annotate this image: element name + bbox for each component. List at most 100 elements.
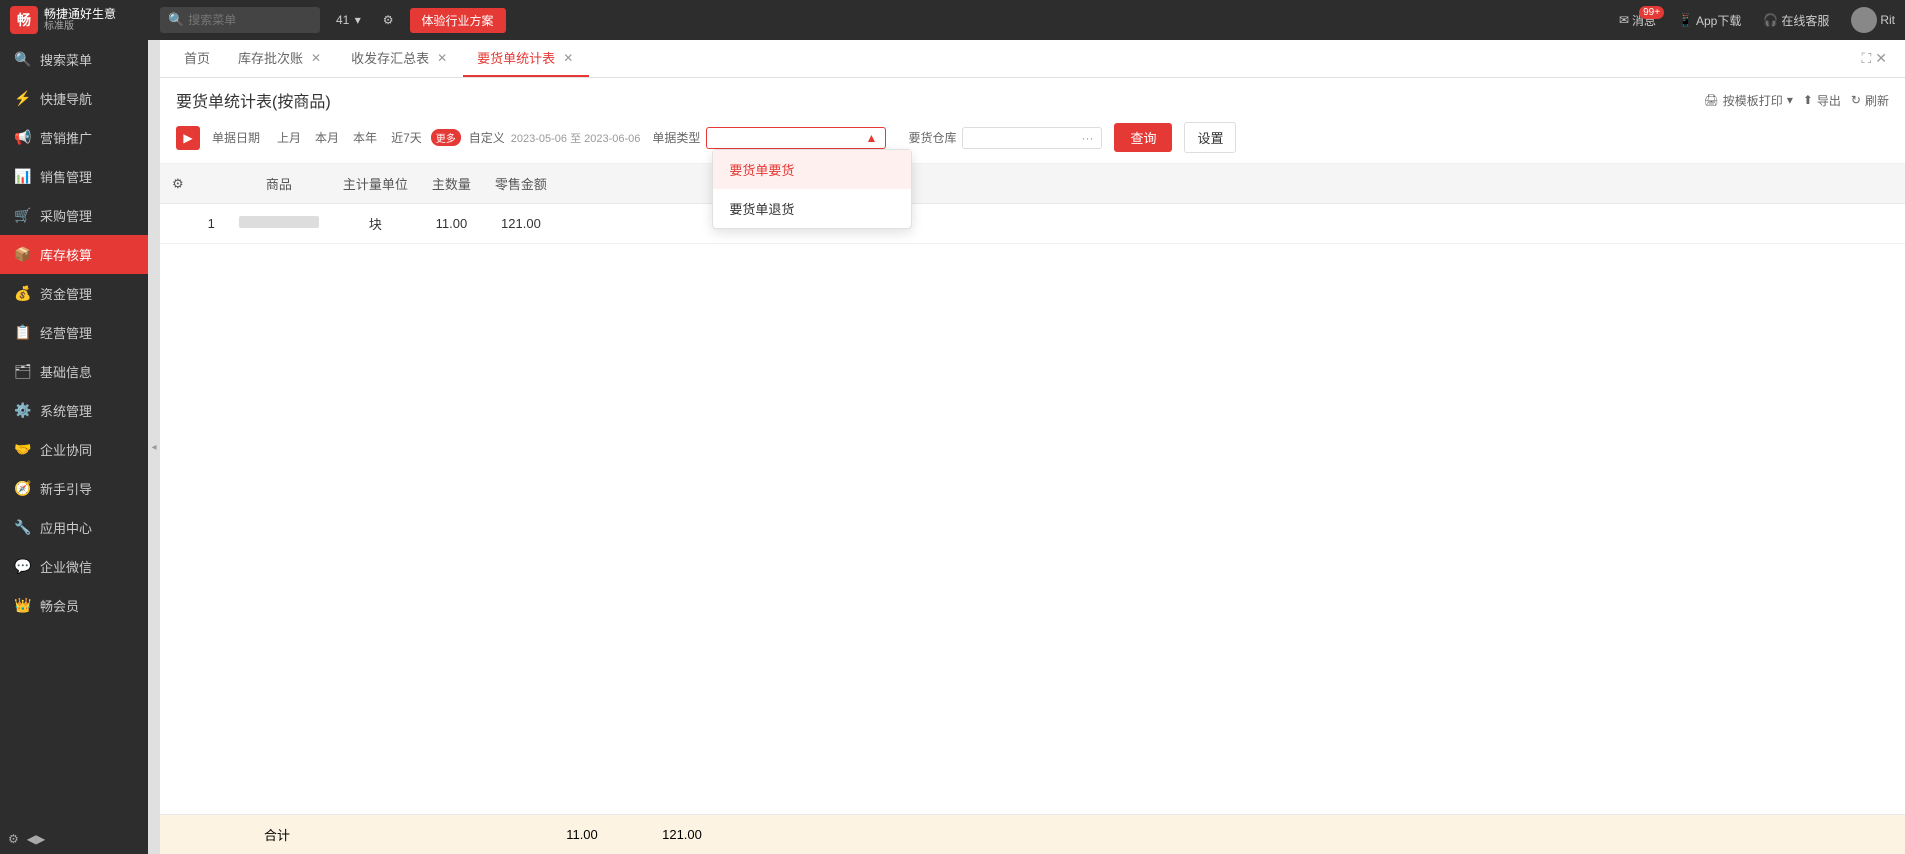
- refresh-button[interactable]: ↻ 刷新: [1851, 92, 1889, 109]
- maximize-icon: ⛶: [1861, 50, 1871, 67]
- sidebar-item-enterprise[interactable]: 🤝 企业协同: [0, 430, 148, 469]
- sidebar-item-wechat[interactable]: 💬 企业微信: [0, 547, 148, 586]
- tab-expand-button[interactable]: ⛶ ✕: [1853, 40, 1895, 77]
- tab-order-stats-label: 要货单统计表: [477, 48, 555, 67]
- sidebar-item-label: 库存核算: [40, 245, 92, 264]
- dropdown-item-order-goods[interactable]: 要货单要货: [713, 150, 911, 189]
- sidebar-item-member[interactable]: 👑 畅会员: [0, 586, 148, 625]
- row-product-cell: [227, 204, 331, 244]
- query-button[interactable]: 查询: [1114, 123, 1172, 152]
- system-icon: ⚙️: [14, 402, 32, 420]
- message-badge: 99+: [1639, 6, 1664, 19]
- date-filter-label: 单据日期: [212, 129, 260, 146]
- sidebar-item-operations[interactable]: 📋 经营管理: [0, 313, 148, 352]
- apps-icon: 🔧: [14, 519, 32, 537]
- sales-icon: 📊: [14, 168, 32, 186]
- filter-expand-button[interactable]: ▶: [176, 126, 200, 150]
- sidebar-item-label: 新手引导: [40, 479, 92, 498]
- date-btn-this-month[interactable]: 本月: [310, 127, 344, 148]
- table-footer: 合计 11.00 121.00: [160, 814, 1905, 854]
- setting-button[interactable]: 设置: [1184, 122, 1236, 153]
- sidebar-item-inventory[interactable]: 📦 库存核算: [0, 235, 148, 274]
- export-button[interactable]: ⬆ 导出: [1803, 92, 1841, 109]
- marketing-icon: 📢: [14, 129, 32, 147]
- tab-order-stats-close[interactable]: ✕: [561, 50, 575, 66]
- sidebar-item-label: 销售管理: [40, 167, 92, 186]
- refresh-label: 刷新: [1865, 92, 1889, 109]
- app-download-button[interactable]: 📱 App下载: [1678, 12, 1741, 29]
- sidebar-item-sales[interactable]: 📊 销售管理: [0, 157, 148, 196]
- product-placeholder: [239, 216, 319, 228]
- settings-bottom-button[interactable]: ⚙: [8, 832, 19, 846]
- print-chevron-icon: ▾: [1787, 93, 1793, 107]
- dropdown-item-order-return[interactable]: 要货单退货: [713, 189, 911, 228]
- user-avatar[interactable]: Rit: [1851, 7, 1895, 33]
- settings-nav-button[interactable]: ⚙: [377, 11, 400, 29]
- tab-home[interactable]: 首页: [170, 40, 224, 77]
- enterprise-icon: 🤝: [14, 441, 32, 459]
- sidebar-item-purchase[interactable]: 🛒 采购管理: [0, 196, 148, 235]
- phone-icon: 📱: [1678, 13, 1693, 27]
- export-icon: ⬆: [1803, 93, 1813, 107]
- sidebar-bottom: ⚙ ◀▶: [0, 824, 148, 854]
- sidebar-item-label: 系统管理: [40, 401, 92, 420]
- footer-amount: 121.00: [632, 827, 732, 842]
- online-service-button[interactable]: 🎧 在线客服: [1763, 12, 1829, 29]
- sidebar-item-marketing[interactable]: 📢 营销推广: [0, 118, 148, 157]
- sidebar-item-guide[interactable]: 🧭 新手引导: [0, 469, 148, 508]
- date-btn-7-days[interactable]: 近7天: [386, 127, 427, 148]
- trial-button[interactable]: 体验行业方案: [410, 8, 506, 33]
- sidebar-resize-handle[interactable]: ◂: [148, 40, 160, 854]
- col-index: [196, 164, 227, 204]
- sidebar-item-label: 应用中心: [40, 518, 92, 537]
- inventory-icon: 📦: [14, 246, 32, 264]
- collapse-sidebar-button[interactable]: ◀▶: [27, 832, 45, 846]
- warehouse-filter-label: 要货仓库: [908, 129, 956, 146]
- sidebar-item-system[interactable]: ⚙️ 系统管理: [0, 391, 148, 430]
- date-custom-btn[interactable]: 自定义: [469, 129, 505, 146]
- footer-quantity: 11.00: [532, 827, 632, 842]
- tab-summary-label: 收发存汇总表: [351, 48, 429, 67]
- type-filter-select[interactable]: ▲: [706, 127, 886, 149]
- tab-batch-close[interactable]: ✕: [309, 50, 323, 66]
- page-header-actions: 🖨 按模板打印 ▾ ⬆ 导出 ↻ 刷新: [1704, 92, 1889, 109]
- sidebar-item-shortcut[interactable]: ⚡ 快捷导航: [0, 79, 148, 118]
- tab-summary[interactable]: 收发存汇总表 ✕: [337, 40, 463, 77]
- logo-name: 畅捷通好生意: [44, 7, 116, 21]
- shortcut-icon: ⚡: [14, 90, 32, 108]
- sidebar-item-label: 快捷导航: [40, 89, 92, 108]
- warehouse-filter-select[interactable]: ···: [962, 127, 1102, 149]
- logo-sub: 标准版: [44, 21, 116, 33]
- search-input[interactable]: [188, 13, 308, 27]
- footer-label-text: 合计: [264, 828, 290, 843]
- sidebar-item-label: 搜索菜单: [40, 50, 92, 69]
- tab-summary-close[interactable]: ✕: [435, 50, 449, 66]
- message-icon: ✉: [1619, 13, 1629, 27]
- sidebar-item-apps[interactable]: 🔧 应用中心: [0, 508, 148, 547]
- search-bar[interactable]: 🔍: [160, 7, 320, 33]
- gear-icon: ⚙: [383, 13, 394, 27]
- tab-batch-label: 库存批次账: [238, 48, 303, 67]
- date-more-badge[interactable]: 更多: [431, 129, 461, 146]
- filter-bar: ▶ 单据日期 上月 本月 本年 近7天 更多 自定义 2023-05-06 至 …: [160, 112, 1905, 164]
- nav-number-button[interactable]: 41 ▾: [330, 11, 367, 29]
- type-select-chevron-icon: ▲: [866, 131, 878, 145]
- finance-icon: 💰: [14, 285, 32, 303]
- sidebar-item-label: 基础信息: [40, 362, 92, 381]
- tabbar: 首页 库存批次账 ✕ 收发存汇总表 ✕ 要货单统计表 ✕ ⛶ ✕: [160, 40, 1905, 78]
- tab-order-stats[interactable]: 要货单统计表 ✕: [463, 40, 589, 77]
- sidebar-item-finance[interactable]: 💰 资金管理: [0, 274, 148, 313]
- date-btn-last-month[interactable]: 上月: [272, 127, 306, 148]
- col-settings[interactable]: ⚙: [160, 164, 196, 204]
- search-icon: 🔍: [14, 51, 32, 69]
- sidebar-item-basic[interactable]: 🗂 基础信息: [0, 352, 148, 391]
- print-button[interactable]: 🖨 按模板打印 ▾: [1704, 92, 1793, 109]
- message-button[interactable]: ✉ 消息 99+: [1619, 12, 1656, 29]
- data-table: ⚙ 商品 主计量单位 主数量 零售金额 1: [160, 164, 1905, 244]
- tab-batch[interactable]: 库存批次账 ✕: [224, 40, 337, 77]
- refresh-icon: ↻: [1851, 93, 1861, 107]
- sidebar-item-search[interactable]: 🔍 搜索菜单: [0, 40, 148, 79]
- date-btn-this-year[interactable]: 本年: [348, 127, 382, 148]
- footer-quantity-value: 11.00: [566, 827, 598, 842]
- nav-chevron-icon: ▾: [355, 13, 361, 27]
